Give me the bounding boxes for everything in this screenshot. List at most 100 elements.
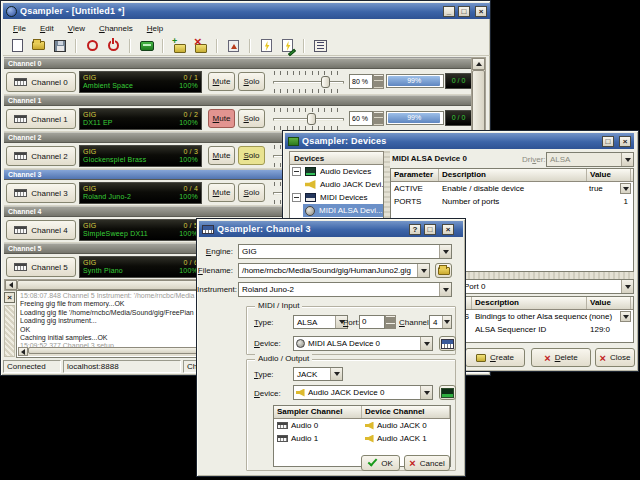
channel-button[interactable]: Channel 5 [6,257,76,277]
add-channel-button[interactable] [138,37,155,54]
messages-close-button[interactable]: × [4,292,15,303]
create-channel-button[interactable]: + [171,37,188,54]
menu-file[interactable]: File [7,23,32,34]
devices-titlebar[interactable]: Qsampler: Devices □ × [285,133,634,149]
chevron-down-icon[interactable] [417,264,429,277]
instrument-combo[interactable]: Roland Juno-2 [238,282,452,297]
messages-button[interactable] [312,37,329,54]
channel-lcd[interactable]: GIG0 / 6 Synth Piano100% [79,256,202,278]
slider-handle[interactable] [321,76,330,88]
maximize-button[interactable]: □ [602,136,614,147]
chevron-down-icon[interactable] [621,280,633,293]
tree-item[interactable]: Audio JACK Devi... [290,178,383,191]
save-session-button[interactable] [51,37,68,54]
browse-file-button[interactable] [435,263,452,278]
channel-button[interactable]: Channel 1 [6,109,76,129]
spin-up-icon[interactable] [385,315,396,322]
midi-device-combo[interactable]: MIDI ALSA Device 0 [293,336,433,351]
audio-device-combo[interactable]: Audio JACK Device 0 [293,385,433,400]
chevron-down-icon[interactable] [420,337,432,350]
channel-button[interactable]: Channel 3 [6,183,76,203]
chevron-down-icon[interactable] [442,316,451,328]
tree-item[interactable]: Audio Devices [290,165,383,178]
mute-button[interactable]: Mute [208,72,235,91]
menu-help[interactable]: Help [141,23,169,34]
tree-expander-icon[interactable] [292,193,301,202]
close-button[interactable]: × [442,224,454,235]
chevron-down-icon[interactable] [330,368,342,380]
tree-item[interactable]: MIDI ALSA Devi... [290,204,383,217]
volume-slider[interactable] [270,70,347,94]
setup-channel-button[interactable] [258,37,275,54]
mute-button[interactable]: Mute [208,146,235,165]
mute-button[interactable]: Mute [208,183,235,202]
minimize-button[interactable]: _ [443,6,455,17]
solo-button[interactable]: Solo [238,146,265,165]
volume-slider[interactable] [270,107,347,131]
audio-type-combo[interactable]: JACK [293,367,343,381]
new-session-button[interactable] [9,37,26,54]
routing-row[interactable]: Audio 0Audio JACK 0 [274,419,450,432]
driver-combo[interactable]: ALSA [546,152,634,167]
audio-device-setup-button[interactable] [439,385,456,400]
channel-header[interactable]: Channel 0 [4,58,471,69]
spin-up-icon[interactable] [373,111,384,119]
channel-header[interactable]: Channel 1 [4,95,471,106]
create-device-button[interactable]: Create [465,348,525,367]
menu-channels[interactable]: Channels [93,23,139,34]
spin-down-icon[interactable] [385,322,396,329]
volume-spinbox[interactable]: 60 % [349,111,384,126]
chevron-down-icon[interactable] [420,386,432,399]
remove-channel-button[interactable]: × [192,37,209,54]
restart-button[interactable] [105,37,122,54]
table-row[interactable]: ACTIVEEnable / disable devicetrue [391,182,633,195]
maximize-button[interactable]: □ [458,6,470,17]
table-row[interactable]: PORTSNumber of ports1 [391,195,633,208]
spin-up-icon[interactable] [373,74,384,82]
scroll-left-icon[interactable] [18,347,28,356]
channel-lcd[interactable]: GIG0 / 3 Glockenspiel Brass100% [79,145,202,167]
volume-spinbox[interactable]: 80 % [349,74,384,89]
channel-button[interactable]: Channel 2 [6,146,76,166]
chevron-down-icon[interactable] [620,183,631,194]
midi-type-combo[interactable]: ALSA [293,315,348,329]
channel-button[interactable]: Channel 4 [6,220,76,240]
maximize-button[interactable]: □ [424,224,436,235]
restore-channel-button[interactable] [225,37,242,54]
channel-lcd[interactable]: GIG0 / 2 DX11 EP100% [79,108,202,130]
midi-port-spinbox[interactable]: 0 [359,315,396,329]
delete-device-button[interactable]: ×Delete [531,348,591,367]
messages-dock-handle[interactable] [4,305,15,357]
spin-down-icon[interactable] [373,119,384,127]
scroll-up-icon[interactable] [472,58,485,70]
chevron-down-icon[interactable] [439,245,451,258]
chevron-down-icon[interactable] [621,153,633,166]
ok-button[interactable]: OK [361,455,400,471]
dialog-titlebar[interactable]: Qsampler: Channel 3 ? □ × [199,221,463,237]
routing-row[interactable]: Audio 1Audio JACK 1 [274,432,450,445]
close-devices-button[interactable]: ×Close [595,348,635,367]
reset-button[interactable] [84,37,101,54]
channel-button[interactable]: Channel 0 [6,72,76,92]
cancel-button[interactable]: ×Cancel [404,455,450,471]
slider-handle[interactable] [307,113,316,125]
spin-down-icon[interactable] [373,82,384,90]
open-session-button[interactable] [30,37,47,54]
tree-expander-icon[interactable] [292,167,301,176]
chevron-down-icon[interactable] [439,283,451,296]
channel-lcd[interactable]: GIG0 / 5 SimpleSweep DX11100% [79,219,202,241]
channel-lcd[interactable]: GIG0 / 1 Ambient Space100% [79,71,202,93]
midi-device-setup-button[interactable] [439,336,456,351]
solo-button[interactable]: Solo [238,109,265,128]
channel-lcd[interactable]: GIG0 / 4 Roland Juno-2100% [79,182,202,204]
midi-channel-combo[interactable]: 4 [429,315,452,329]
solo-button[interactable]: Solo [238,72,265,91]
edit-channel-button[interactable] [279,37,296,54]
scroll-left-icon[interactable] [5,280,17,290]
close-button[interactable]: × [475,6,487,17]
filename-combo[interactable]: /home/rncbc/Media/Sound/gig/HumanJuno2.g… [238,263,430,278]
help-button[interactable]: ? [409,224,421,235]
mute-button[interactable]: Mute [208,109,235,128]
solo-button[interactable]: Solo [238,183,265,202]
engine-combo[interactable]: GIG [238,244,452,259]
